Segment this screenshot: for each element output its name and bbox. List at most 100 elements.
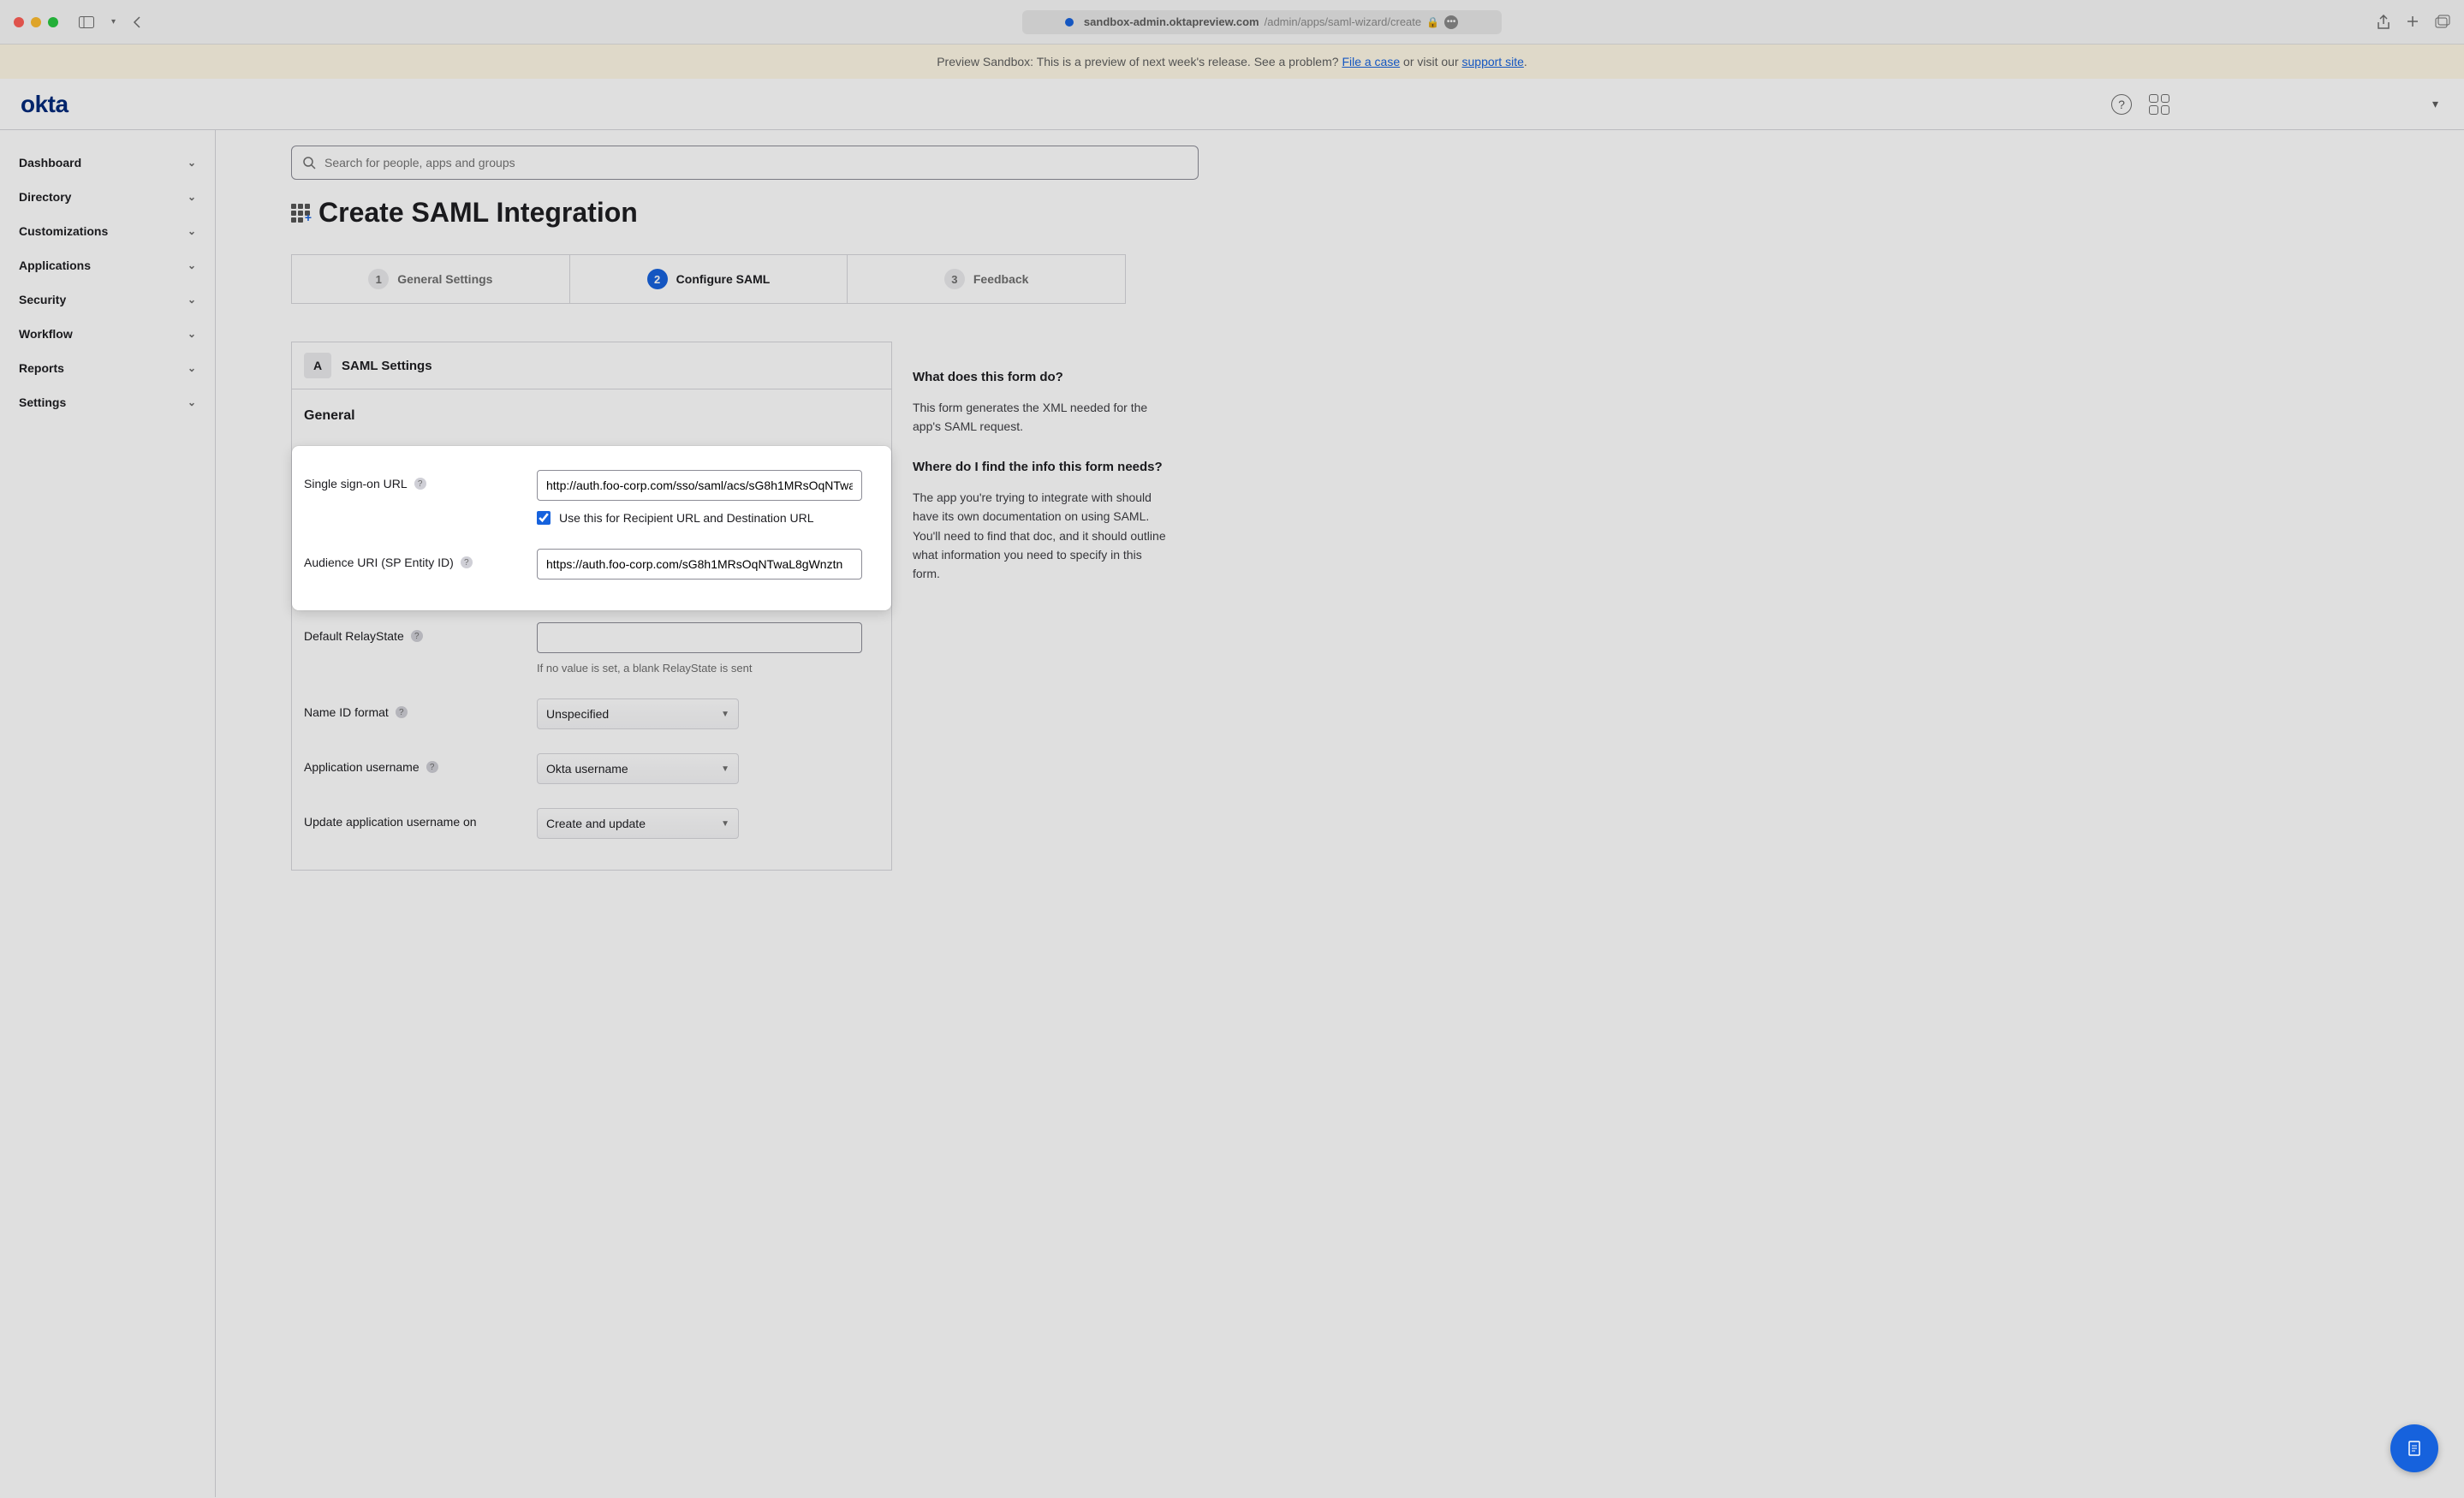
caret-down-icon: ▼ <box>721 710 729 719</box>
saml-settings-panel: A SAML Settings General Single sign-on U… <box>291 342 892 871</box>
wizard-step-1[interactable]: 1 General Settings <box>292 255 570 303</box>
wizard-step-3[interactable]: 3 Feedback <box>848 255 1125 303</box>
sidebar-item-applications[interactable]: Applications ⌄ <box>0 248 215 282</box>
url-bar[interactable]: sandbox-admin.oktapreview.com/admin/apps… <box>1022 10 1502 34</box>
app-topbar: okta ? ▾ <box>0 79 2464 130</box>
lock-icon: 🔒 <box>1426 16 1439 28</box>
help-icon[interactable]: ? <box>461 556 473 568</box>
global-search[interactable] <box>291 146 1199 180</box>
url-host: sandbox-admin.oktapreview.com <box>1084 15 1259 28</box>
help-q1-body: This form generates the XML needed for t… <box>913 398 1171 437</box>
sidebar-item-label: Security <box>19 293 66 306</box>
sandbox-banner-text: Preview Sandbox: This is a preview of ne… <box>937 55 1342 68</box>
input-sso-url[interactable] <box>537 470 862 501</box>
user-menu-dropdown[interactable]: ▾ <box>2187 97 2443 111</box>
sidebar-item-settings[interactable]: Settings ⌄ <box>0 385 215 419</box>
sidebar-item-customizations[interactable]: Customizations ⌄ <box>0 214 215 248</box>
select-value: Unspecified <box>546 707 609 721</box>
select-update-username-on[interactable]: Create and update ▼ <box>537 808 739 839</box>
sidebar-item-label: Applications <box>19 259 91 272</box>
page-title: + Create SAML Integration <box>291 197 2464 229</box>
sidebar-item-security[interactable]: Security ⌄ <box>0 282 215 317</box>
app-launcher-icon[interactable] <box>2149 94 2169 115</box>
label-name-id-format: Name ID format <box>304 705 389 719</box>
step-number: 1 <box>368 269 389 289</box>
wizard-steps: 1 General Settings 2 Configure SAML 3 Fe… <box>291 254 1126 304</box>
row-update-username-on: Update application username on Create an… <box>304 796 879 851</box>
label-update-username-on: Update application username on <box>304 815 477 829</box>
okta-logo[interactable]: okta <box>21 91 68 118</box>
chevron-down-icon: ⌄ <box>187 225 196 237</box>
sidebar-item-label: Dashboard <box>19 156 81 169</box>
sidebar-item-label: Directory <box>19 190 71 204</box>
sidebar-toggle-icon[interactable] <box>74 13 99 32</box>
browser-chrome: ▾ sandbox-admin.oktapreview.com/admin/ap… <box>0 0 2464 45</box>
input-default-relaystate[interactable] <box>537 622 862 653</box>
label-sso-url: Single sign-on URL <box>304 477 408 490</box>
section-title: SAML Settings <box>342 359 432 373</box>
row-name-id-format: Name ID format ? Unspecified ▼ <box>304 687 879 741</box>
chevron-down-icon: ⌄ <box>187 191 196 203</box>
select-name-id-format[interactable]: Unspecified ▼ <box>537 698 739 729</box>
checkbox-label: Use this for Recipient URL and Destinati… <box>559 511 814 525</box>
helper-relaystate: If no value is set, a blank RelayState i… <box>537 662 879 675</box>
checkbox-use-for-recipient-destination[interactable] <box>537 511 551 525</box>
help-q2-body: The app you're trying to integrate with … <box>913 488 1171 584</box>
help-icon[interactable]: ? <box>2111 94 2132 115</box>
step-label: Feedback <box>973 272 1029 286</box>
sidebar-item-directory[interactable]: Directory ⌄ <box>0 180 215 214</box>
help-panel: What does this form do? This form genera… <box>913 342 1171 871</box>
select-value: Create and update <box>546 817 646 830</box>
row-application-username: Application username ? Okta username ▼ <box>304 741 879 796</box>
chevron-down-icon: ⌄ <box>187 294 196 306</box>
chevron-down-icon: ⌄ <box>187 328 196 340</box>
step-number: 2 <box>647 269 668 289</box>
search-icon <box>302 156 316 169</box>
sub-heading-general: General <box>304 408 879 424</box>
sidebar-item-label: Workflow <box>19 327 73 341</box>
help-icon[interactable]: ? <box>426 761 438 773</box>
help-icon[interactable]: ? <box>396 706 408 718</box>
help-q1-title: What does this form do? <box>913 367 1171 388</box>
sandbox-banner: Preview Sandbox: This is a preview of ne… <box>0 45 2464 79</box>
window-zoom[interactable] <box>48 17 58 27</box>
search-input[interactable] <box>324 156 1187 169</box>
url-path: /admin/apps/saml-wizard/create <box>1265 15 1422 28</box>
sidebar-item-reports[interactable]: Reports⌄ <box>0 351 215 385</box>
help-icon[interactable]: ? <box>411 630 423 642</box>
section-badge: A <box>304 353 331 378</box>
row-sso-url: Single sign-on URL ? Use this for Recipi… <box>304 458 879 537</box>
sidebar-item-workflow[interactable]: Workflow ⌄ <box>0 317 215 351</box>
file-case-link[interactable]: File a case <box>1342 55 1400 68</box>
window-minimize[interactable] <box>31 17 41 27</box>
label-application-username: Application username <box>304 760 420 774</box>
site-identity-icon <box>1065 18 1074 27</box>
tabs-overview-icon[interactable] <box>2435 15 2450 30</box>
chevron-down-icon: ⌄ <box>187 157 196 169</box>
caret-down-icon: ▼ <box>721 764 729 774</box>
window-close[interactable] <box>14 17 24 27</box>
select-value: Okta username <box>546 762 628 776</box>
label-audience-uri: Audience URI (SP Entity ID) <box>304 556 454 569</box>
chevron-down-icon[interactable]: ▾ <box>106 14 121 30</box>
reader-more-icon[interactable]: ••• <box>1444 15 1458 29</box>
chevron-down-icon: ⌄ <box>187 396 196 408</box>
wizard-step-2[interactable]: 2 Configure SAML <box>570 255 848 303</box>
docs-fab[interactable] <box>2390 1424 2438 1472</box>
sidebar: Dashboard ⌄ Directory ⌄ Customizations ⌄ Ap… <box>0 130 216 1497</box>
new-tab-icon[interactable] <box>2406 15 2419 30</box>
help-icon[interactable]: ? <box>414 478 426 490</box>
sidebar-item-label: Settings <box>19 395 66 409</box>
step-label: General Settings <box>397 272 492 286</box>
back-icon[interactable] <box>128 13 146 32</box>
chevron-down-icon: ⌄ <box>187 259 196 271</box>
share-icon[interactable] <box>2377 15 2390 30</box>
sidebar-item-label: Customizations <box>19 224 108 238</box>
label-default-relaystate: Default RelayState <box>304 629 404 643</box>
select-application-username[interactable]: Okta username ▼ <box>537 753 739 784</box>
highlighted-fields: Single sign-on URL ? Use this for Recipi… <box>292 446 891 610</box>
sidebar-item-dashboard[interactable]: Dashboard ⌄ <box>0 146 215 180</box>
support-site-link[interactable]: support site <box>1462 55 1524 68</box>
step-number: 3 <box>944 269 965 289</box>
input-audience-uri[interactable] <box>537 549 862 580</box>
